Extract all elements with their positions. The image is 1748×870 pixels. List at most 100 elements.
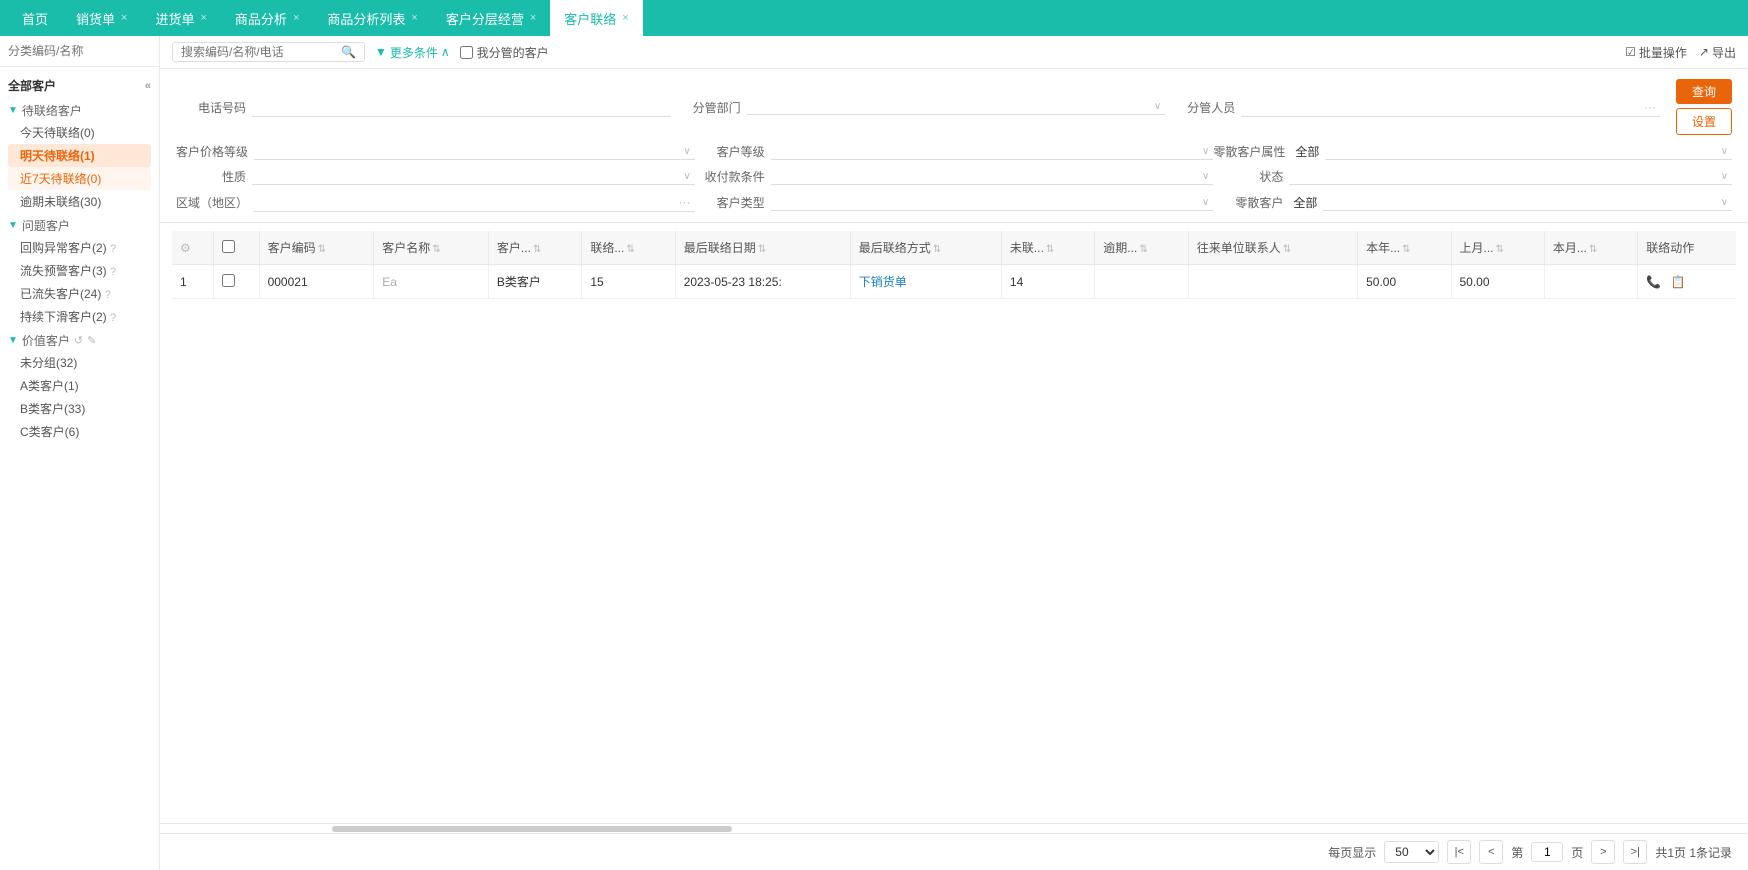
customer-table: ⚙ 客户编码⇅ 客户名称⇅ 客户...⇅ 联络...⇅ 最后联络日期⇅ 最后联络… [172, 231, 1736, 299]
filter-retail-attr: 零散客户属性 全部 ∨ [1213, 143, 1732, 160]
manager-select[interactable]: ··· [1241, 98, 1660, 117]
sidebar-item-declining[interactable]: 持续下滑客户(2) ? [8, 305, 151, 328]
col-this-year[interactable]: 本年...⇅ [1358, 231, 1451, 265]
col-contact-count[interactable]: 联络...⇅ [582, 231, 675, 265]
sidebar-item-churned[interactable]: 已流失客户(24) ? [8, 282, 151, 305]
filter-customer-level: 客户等级 ∨ [695, 143, 1214, 160]
sidebar-item-overdue-contact[interactable]: 逾期未联络(30) [8, 190, 151, 213]
my-customers-check[interactable] [460, 46, 473, 59]
col-type[interactable]: 客户...⇅ [488, 231, 581, 265]
col-last-date[interactable]: 最后联络日期⇅ [675, 231, 850, 265]
region-select[interactable]: ··· [254, 193, 695, 212]
overdue-sort-icon: ⇅ [1139, 244, 1147, 255]
close-customer-contact-icon[interactable]: × [622, 12, 628, 24]
group-pending-contact[interactable]: ▼ 待联络客户 [8, 98, 151, 121]
col-overdue[interactable]: 逾期...⇅ [1095, 231, 1188, 265]
price-level-select[interactable]: ∨ [254, 144, 695, 160]
first-page-button[interactable]: |< [1447, 840, 1471, 864]
sidebar-item-ungrouped[interactable]: 未分组(32) [8, 351, 151, 374]
horizontal-scrollbar[interactable] [332, 826, 732, 832]
search-input[interactable] [181, 45, 341, 59]
group-arrow-3-icon: ▼ [8, 335, 18, 346]
filter-panel: 电话号码 分管部门 ∨ 分管人员 ··· 查询 设置 [160, 69, 1748, 223]
filter-actions: 查询 设置 [1660, 79, 1732, 135]
last-method-link[interactable]: 下销货单 [859, 275, 907, 289]
column-setting-icon[interactable]: ⚙ [180, 241, 191, 255]
all-customers-title[interactable]: 全部客户 « [8, 73, 151, 98]
more-filter-button[interactable]: ▼ 更多条件 ∧ [375, 44, 450, 61]
col-code[interactable]: 客户编码⇅ [259, 231, 374, 265]
group-problem-customers[interactable]: ▼ 问题客户 [8, 213, 151, 236]
nav-purchase-order[interactable]: 进货单 × [141, 0, 220, 36]
sidebar-item-7day-contact[interactable]: 近7天待联络(0) [8, 167, 151, 190]
last-month-sort-icon: ⇅ [1496, 244, 1504, 255]
col-unit-contact[interactable]: 往来单位联系人⇅ [1188, 231, 1357, 265]
row-checkbox[interactable] [213, 265, 259, 299]
search-icon[interactable]: 🔍 [341, 45, 356, 59]
nav-product-analysis[interactable]: 商品分析 × [221, 0, 313, 36]
row-select-checkbox[interactable] [222, 274, 235, 287]
nav-customer-tiering[interactable]: 客户分层经营 × [432, 0, 550, 36]
nav-product-analysis-list[interactable]: 商品分析列表 × [313, 0, 431, 36]
col-settings[interactable]: ⚙ [172, 231, 213, 265]
page-size-select[interactable]: 50 10 20 100 [1384, 841, 1439, 863]
row-this-year: 50.00 [1358, 265, 1451, 299]
per-page-label: 每页显示 [1328, 844, 1376, 861]
select-all-checkbox[interactable] [222, 240, 235, 253]
close-purchase-order-icon[interactable]: × [200, 12, 206, 24]
col-uncontacted[interactable]: 未联...⇅ [1001, 231, 1094, 265]
customer-type-select[interactable]: ∨ [771, 195, 1214, 211]
last-page-button[interactable]: >| [1623, 840, 1647, 864]
toolbar-right-actions: ☑ 批量操作 ↗ 导出 [1625, 44, 1736, 61]
retail-customer-select[interactable]: ∨ [1323, 195, 1732, 211]
filter-arrow-icon: ∧ [441, 45, 450, 59]
nav-home[interactable]: 首页 [8, 0, 62, 36]
export-button[interactable]: ↗ 导出 [1699, 44, 1736, 61]
phone-input[interactable] [252, 98, 671, 117]
nav-sales-order[interactable]: 销货单 × [62, 0, 141, 36]
col-last-method[interactable]: 最后联络方式⇅ [850, 231, 1001, 265]
sidebar-search-input[interactable] [8, 44, 160, 58]
group-value-customers[interactable]: ▼ 价值客户 ↺ ✎ [8, 328, 151, 351]
page-unit-label: 页 [1571, 844, 1583, 861]
group-arrow-icon: ▼ [8, 105, 18, 116]
close-customer-tiering-icon[interactable]: × [530, 12, 536, 24]
edit-value-icon[interactable]: ✎ [87, 334, 96, 347]
sidebar-item-churn-warning[interactable]: 流失预警客户(3) ? [8, 259, 151, 282]
sidebar-item-tomorrow-contact[interactable]: 明天待联络(1) [8, 144, 151, 167]
retail-attr-select[interactable]: ∨ [1325, 144, 1732, 160]
row-last-method[interactable]: 下销货单 [850, 265, 1001, 299]
settings-button[interactable]: 设置 [1676, 108, 1732, 135]
note-action-icon[interactable]: 📋 [1671, 275, 1686, 289]
prev-page-button[interactable]: < [1479, 840, 1503, 864]
sidebar-item-class-b[interactable]: B类客户(33) [8, 397, 151, 420]
sidebar-item-class-c[interactable]: C类客户(6) [8, 420, 151, 443]
sidebar-item-repurchase-abnormal[interactable]: 回购异常客户(2) ? [8, 236, 151, 259]
top-navigation: 首页 销货单 × 进货单 × 商品分析 × 商品分析列表 × 客户分层经营 × … [0, 0, 1748, 36]
close-product-analysis-list-icon[interactable]: × [411, 12, 417, 24]
next-page-button[interactable]: > [1591, 840, 1615, 864]
query-button[interactable]: 查询 [1676, 79, 1732, 104]
status-select[interactable]: ∨ [1289, 169, 1732, 185]
batch-operation-button[interactable]: ☑ 批量操作 [1625, 44, 1687, 61]
page-number-input[interactable] [1531, 842, 1563, 862]
col-last-month[interactable]: 上月...⇅ [1451, 231, 1544, 265]
nav-customer-contact[interactable]: 客户联络 × [550, 0, 642, 36]
type-sort-icon: ⇅ [533, 244, 541, 255]
payment-arrow-icon: ∨ [1202, 171, 1209, 182]
call-action-icon[interactable]: 📞 [1646, 275, 1661, 289]
sidebar-item-class-a[interactable]: A类客户(1) [8, 374, 151, 397]
refresh-icon[interactable]: ↺ [74, 334, 83, 347]
col-checkbox[interactable] [213, 231, 259, 265]
my-customers-checkbox[interactable]: 我分管的客户 [460, 44, 549, 61]
row-overdue [1095, 265, 1188, 299]
sidebar-item-today-contact[interactable]: 今天待联络(0) [8, 121, 151, 144]
col-name[interactable]: 客户名称⇅ [374, 231, 489, 265]
col-this-month[interactable]: 本月...⇅ [1544, 231, 1637, 265]
close-product-analysis-icon[interactable]: × [293, 12, 299, 24]
customer-level-select[interactable]: ∨ [771, 144, 1214, 160]
close-sales-order-icon[interactable]: × [121, 12, 127, 24]
payment-select[interactable]: ∨ [771, 169, 1214, 185]
nature-select[interactable]: ∨ [252, 169, 695, 185]
dept-select[interactable]: ∨ [747, 99, 1166, 115]
